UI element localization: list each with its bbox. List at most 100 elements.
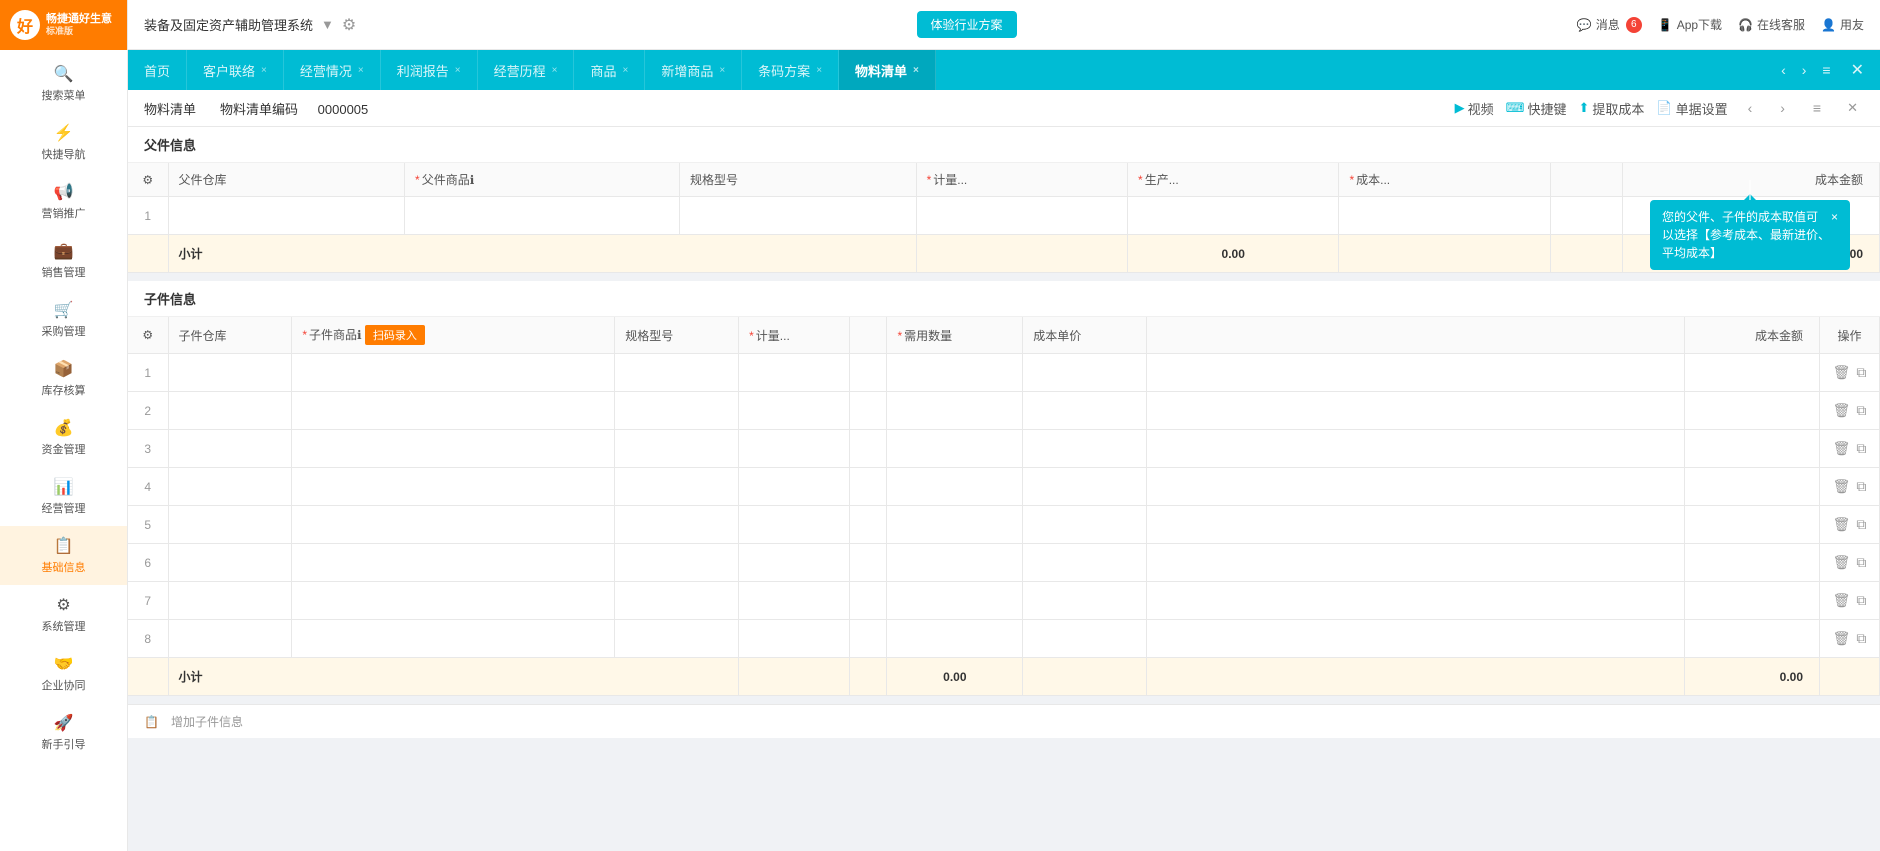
child-row-3-qty[interactable] <box>887 430 1023 468</box>
online-service-item[interactable]: 🎧 在线客服 <box>1738 16 1805 33</box>
parent-row-1-warehouse[interactable] <box>168 197 405 235</box>
tab-goods-close[interactable]: × <box>622 65 628 76</box>
sidebar-item-collaboration[interactable]: 🤝 企业协同 <box>0 644 127 703</box>
child-row-5-spec[interactable] <box>615 506 739 544</box>
child-row-3-delete-btn[interactable]: 🗑 <box>1833 440 1851 457</box>
tab-profit[interactable]: 利润报告 × <box>381 50 478 90</box>
child-row-1-delete-btn[interactable]: 🗑 <box>1833 364 1851 381</box>
tab-customer[interactable]: 客户联络 × <box>187 50 284 90</box>
sidebar-item-quick-nav[interactable]: ⚡ 快捷导航 <box>0 113 127 172</box>
child-row-8-delete-btn[interactable]: 🗑 <box>1833 630 1851 647</box>
child-row-3-unit-cost[interactable] <box>1023 430 1147 468</box>
child-row-2-warehouse[interactable] <box>168 392 292 430</box>
child-row-7-goods[interactable] <box>292 582 615 620</box>
tab-profit-close[interactable]: × <box>455 65 461 76</box>
scan-input-button[interactable]: 扫码录入 <box>365 325 425 345</box>
page-close-button[interactable]: ✕ <box>1841 98 1864 118</box>
tab-new-goods-close[interactable]: × <box>719 65 725 76</box>
child-row-3-spec[interactable] <box>615 430 739 468</box>
tab-bom-close[interactable]: × <box>913 65 919 76</box>
parent-row-1-produce[interactable] <box>1128 197 1339 235</box>
child-row-1-warehouse[interactable] <box>168 354 292 392</box>
tab-menu-icon[interactable]: ≡ <box>1814 62 1838 78</box>
child-row-2-spec[interactable] <box>615 392 739 430</box>
child-row-7-spec[interactable] <box>615 582 739 620</box>
child-row-7-unit-cost[interactable] <box>1023 582 1147 620</box>
child-row-6-copy-btn[interactable]: ⧉ <box>1856 554 1866 571</box>
sidebar-item-system[interactable]: ⚙ 系统管理 <box>0 585 127 644</box>
tab-operation-history[interactable]: 经营历程 × <box>478 50 575 90</box>
child-row-4-warehouse[interactable] <box>168 468 292 506</box>
sidebar-item-operation[interactable]: 📊 经营管理 <box>0 467 127 526</box>
child-row-7-warehouse[interactable] <box>168 582 292 620</box>
child-row-2-qty[interactable] <box>887 392 1023 430</box>
sidebar-item-sales[interactable]: 💼 销售管理 <box>0 231 127 290</box>
child-row-2-copy-btn[interactable]: ⧉ <box>1856 402 1866 419</box>
sidebar-item-finance[interactable]: 💰 资金管理 <box>0 408 127 467</box>
child-row-2-delete-btn[interactable]: 🗑 <box>1833 402 1851 419</box>
child-row-4-qty[interactable] <box>887 468 1023 506</box>
child-row-4-unit-cost[interactable] <box>1023 468 1147 506</box>
sidebar-item-inventory[interactable]: 📦 库存核算 <box>0 349 127 408</box>
child-row-8-warehouse[interactable] <box>168 620 292 658</box>
tab-prev-arrow[interactable]: ‹ <box>1773 62 1794 78</box>
tab-next-arrow[interactable]: › <box>1794 62 1815 78</box>
tab-close-all-icon[interactable]: ✕ <box>1843 60 1872 80</box>
child-row-7-copy-btn[interactable]: ⧉ <box>1856 592 1866 609</box>
child-row-8-copy-btn[interactable]: ⧉ <box>1856 630 1866 647</box>
child-row-7-delete-btn[interactable]: 🗑 <box>1833 592 1851 609</box>
user-item[interactable]: 👤 用友 <box>1821 16 1864 33</box>
tab-barcode-close[interactable]: × <box>816 65 822 76</box>
child-row-6-unit[interactable] <box>739 544 850 582</box>
child-row-1-copy-btn[interactable]: ⧉ <box>1856 364 1866 381</box>
app-download-item[interactable]: 📱 App下载 <box>1658 16 1722 33</box>
tab-home[interactable]: 首页 <box>128 50 187 90</box>
child-row-6-unit-cost[interactable] <box>1023 544 1147 582</box>
child-row-6-spec[interactable] <box>615 544 739 582</box>
child-row-4-delete-btn[interactable]: 🗑 <box>1833 478 1851 495</box>
parent-row-1-spec[interactable] <box>680 197 917 235</box>
shortcut-tool[interactable]: ⌨ 快捷键 <box>1506 99 1567 118</box>
tab-goods[interactable]: 商品 × <box>574 50 645 90</box>
child-row-5-delete-btn[interactable]: 🗑 <box>1833 516 1851 533</box>
child-row-2-unit-cost[interactable] <box>1023 392 1147 430</box>
child-row-5-unit[interactable] <box>739 506 850 544</box>
tab-operation-history-close[interactable]: × <box>552 65 558 76</box>
parent-row-1-unit[interactable] <box>916 197 1127 235</box>
tooltip-close-button[interactable]: × <box>1831 208 1838 226</box>
child-row-1-unit[interactable] <box>739 354 850 392</box>
child-row-4-goods[interactable] <box>292 468 615 506</box>
content-menu-icon[interactable]: ≡ <box>1805 100 1829 116</box>
tab-new-goods[interactable]: 新增商品 × <box>645 50 742 90</box>
parent-row-1-cost[interactable] <box>1339 197 1550 235</box>
message-item[interactable]: 💬 消息 6 <box>1577 16 1642 33</box>
content-prev-arrow[interactable]: ‹ <box>1740 100 1761 116</box>
child-row-7-unit[interactable] <box>739 582 850 620</box>
gear-icon[interactable]: ⚙ <box>342 15 356 35</box>
trial-button[interactable]: 体验行业方案 <box>917 11 1017 38</box>
child-row-1-spec[interactable] <box>615 354 739 392</box>
child-row-5-goods[interactable] <box>292 506 615 544</box>
child-row-6-qty[interactable] <box>887 544 1023 582</box>
child-row-4-copy-btn[interactable]: ⧉ <box>1856 478 1866 495</box>
child-row-8-goods[interactable] <box>292 620 615 658</box>
tab-operation-status[interactable]: 经营情况 × <box>284 50 381 90</box>
single-settings-tool[interactable]: 📄 单据设置 <box>1656 99 1727 118</box>
child-row-6-delete-btn[interactable]: 🗑 <box>1833 554 1851 571</box>
child-row-3-copy-btn[interactable]: ⧉ <box>1856 440 1866 457</box>
sidebar-item-search[interactable]: 🔍 搜索菜单 <box>0 54 127 113</box>
child-row-3-warehouse[interactable] <box>168 430 292 468</box>
child-row-5-qty[interactable] <box>887 506 1023 544</box>
child-row-6-warehouse[interactable] <box>168 544 292 582</box>
tab-barcode[interactable]: 条码方案 × <box>742 50 839 90</box>
child-row-4-unit[interactable] <box>739 468 850 506</box>
child-row-5-unit-cost[interactable] <box>1023 506 1147 544</box>
child-row-8-spec[interactable] <box>615 620 739 658</box>
tab-bom[interactable]: 物料清单 × <box>839 50 936 90</box>
sidebar-item-marketing[interactable]: 📢 营销推广 <box>0 172 127 231</box>
child-row-1-unit-cost[interactable] <box>1023 354 1147 392</box>
child-row-3-unit[interactable] <box>739 430 850 468</box>
child-row-2-goods[interactable] <box>292 392 615 430</box>
sidebar-item-basic-info[interactable]: 📋 基础信息 <box>0 526 127 585</box>
child-row-8-unit-cost[interactable] <box>1023 620 1147 658</box>
